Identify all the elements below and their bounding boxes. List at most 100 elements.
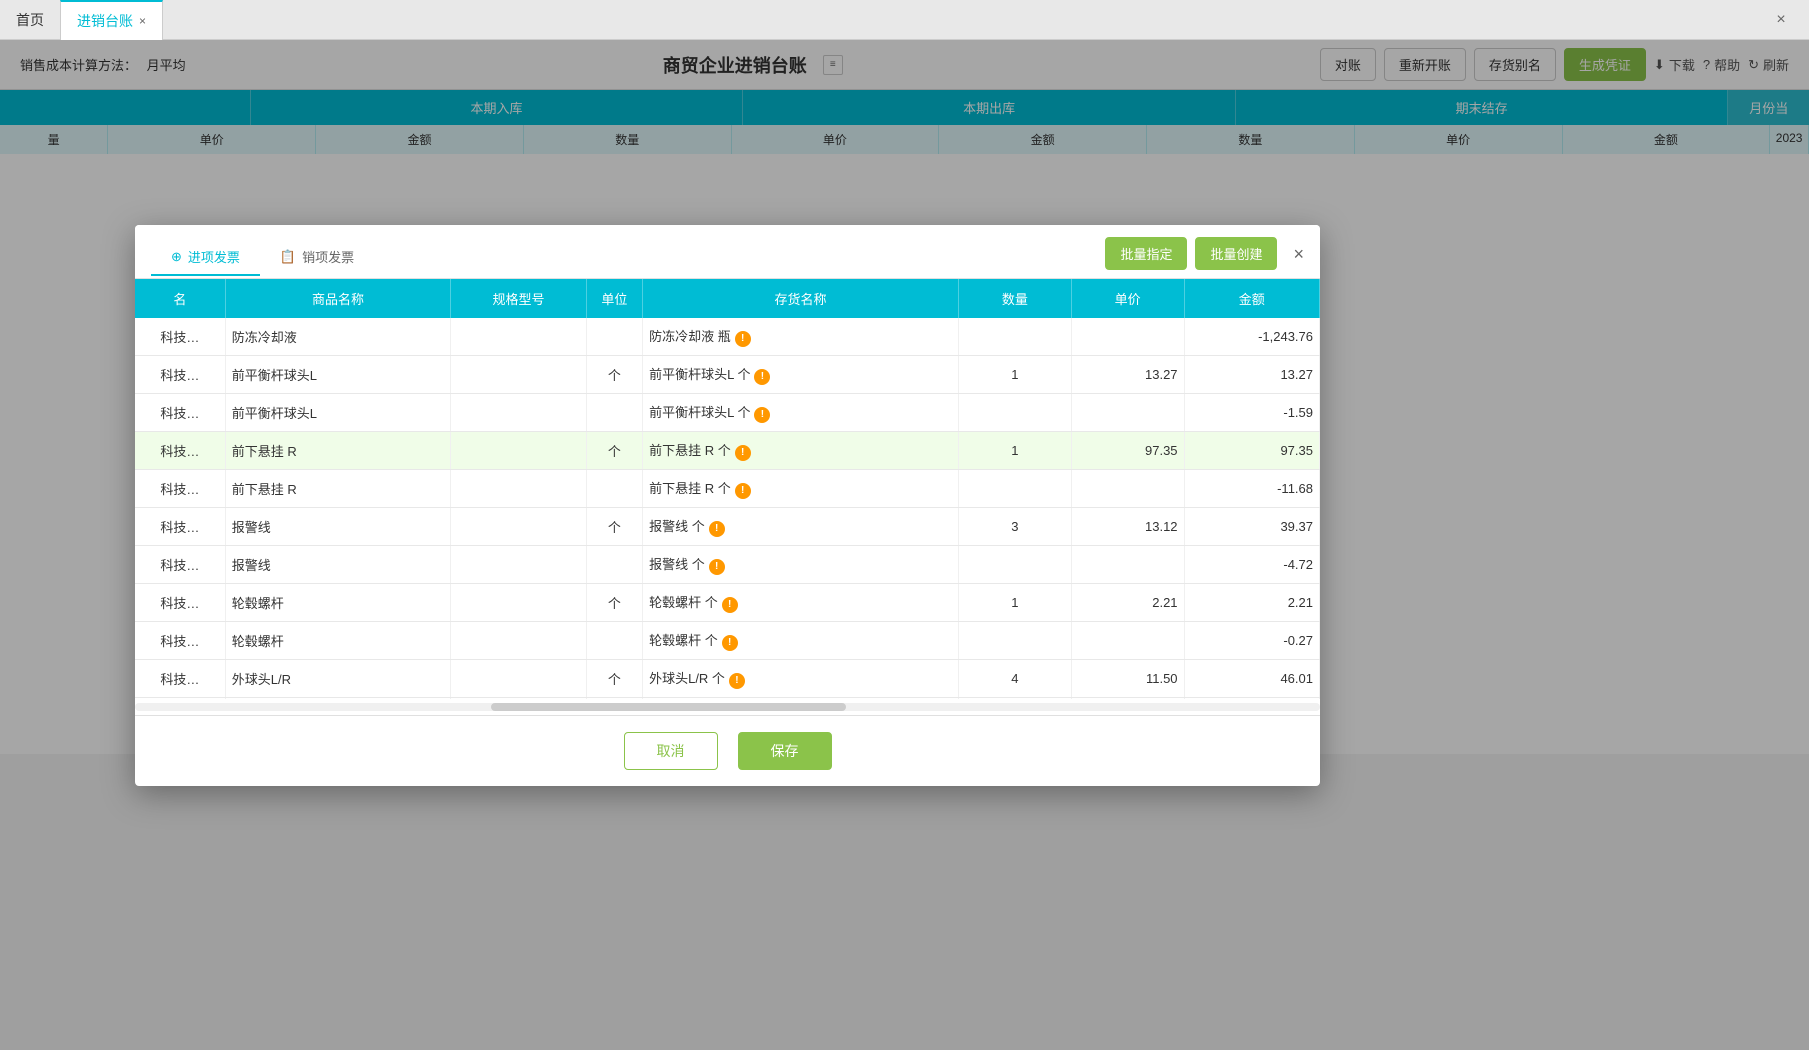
table-header-row: 名 商品名称 规格型号 单位 存货名称 数量 单价 金额 <box>135 279 1320 318</box>
cell-quantity: 1 <box>958 432 1071 470</box>
cell-unit <box>586 394 642 432</box>
table-row: 科技… 前下悬挂 R 前下悬挂 R 个! -11.68 <box>135 470 1320 508</box>
horizontal-scrollbar[interactable] <box>135 703 1320 711</box>
tab-ledger-label: 进销台账 <box>77 11 133 31</box>
cell-product: 防冻冷却液 <box>225 318 451 356</box>
warn-icon: ! <box>709 559 725 575</box>
cell-quantity: 1 <box>958 584 1071 622</box>
dialog-tabs: ⊕ 进项发票 📋 销项发票 <box>151 239 374 276</box>
cell-price <box>1071 470 1184 508</box>
main-area: 销售成本计算方法： 月平均 商贸企业进销台账 ≡ 对账 重新开账 存货别名 生成… <box>0 40 1809 1050</box>
cell-name: 科技… <box>135 622 225 660</box>
cell-name: 科技… <box>135 470 225 508</box>
batch-assign-button[interactable]: 批量指定 <box>1105 237 1187 270</box>
cell-amount: -5.52 <box>1184 698 1319 700</box>
cell-spec <box>451 698 586 700</box>
warn-icon: ! <box>735 445 751 461</box>
cell-amount: -1.59 <box>1184 394 1319 432</box>
cell-price: 13.27 <box>1071 356 1184 394</box>
table-row: 科技… 报警线 报警线 个! -4.72 <box>135 546 1320 584</box>
cell-name: 科技… <box>135 394 225 432</box>
cell-product: 外球头L/R <box>225 698 451 700</box>
cell-unit <box>586 622 642 660</box>
table-row: 科技… 前平衡杆球头L 前平衡杆球头L 个! -1.59 <box>135 394 1320 432</box>
dialog-table-scroll[interactable]: 名 商品名称 规格型号 单位 存货名称 数量 单价 金额 科技… 防冻冷却液 防… <box>135 279 1320 699</box>
cell-product: 轮毂螺杆 <box>225 622 451 660</box>
warn-icon: ! <box>754 369 770 385</box>
tab-ledger-close[interactable]: × <box>139 14 146 28</box>
cell-spec <box>451 432 586 470</box>
warn-icon: ! <box>754 407 770 423</box>
cell-product: 前平衡杆球头L <box>225 356 451 394</box>
th-inventory: 存货名称 <box>643 279 959 318</box>
dialog-footer: 取消 保存 <box>135 715 1320 786</box>
cell-price <box>1071 394 1184 432</box>
cell-price <box>1071 698 1184 700</box>
table-row: 科技… 外球头L/R 个 外球头L/R 个! 4 11.50 46.01 <box>135 660 1320 698</box>
cell-inventory: 报警线 个! <box>643 508 959 546</box>
cell-quantity <box>958 394 1071 432</box>
scrollbar-thumb <box>491 703 847 711</box>
cell-unit: 个 <box>586 356 642 394</box>
cell-product: 前平衡杆球头L <box>225 394 451 432</box>
invoice-table: 名 商品名称 规格型号 单位 存货名称 数量 单价 金额 科技… 防冻冷却液 防… <box>135 279 1320 699</box>
tab-home-label: 首页 <box>16 10 44 30</box>
tab-home[interactable]: 首页 <box>0 0 60 40</box>
cell-amount: -0.27 <box>1184 622 1319 660</box>
cell-product: 轮毂螺杆 <box>225 584 451 622</box>
cell-name: 科技… <box>135 698 225 700</box>
cell-product: 前下悬挂 R <box>225 470 451 508</box>
th-spec: 规格型号 <box>451 279 586 318</box>
th-amount: 金额 <box>1184 279 1319 318</box>
dialog-close-button[interactable]: × <box>1293 245 1304 263</box>
cell-inventory: 轮毂螺杆 个! <box>643 622 959 660</box>
cell-quantity: 1 <box>958 356 1071 394</box>
cell-price: 11.50 <box>1071 660 1184 698</box>
global-close-button[interactable]: × <box>1769 8 1793 32</box>
cell-unit: 个 <box>586 432 642 470</box>
th-price: 单价 <box>1071 279 1184 318</box>
invoice-tbody: 科技… 防冻冷却液 防冻冷却液 瓶! -1,243.76 科技… 前平衡杆球头L… <box>135 318 1320 699</box>
cell-inventory: 前下悬挂 R 个! <box>643 470 959 508</box>
cell-quantity: 3 <box>958 508 1071 546</box>
batch-create-button[interactable]: 批量创建 <box>1195 237 1277 270</box>
cell-amount: 39.37 <box>1184 508 1319 546</box>
cell-inventory: 外球头L/R 个! <box>643 660 959 698</box>
tab-ledger[interactable]: 进销台账 × <box>60 0 163 40</box>
save-button[interactable]: 保存 <box>738 732 832 770</box>
invoice-dialog: ⊕ 进项发票 📋 销项发票 批量指定 批量创建 × 名 商品 <box>135 225 1320 786</box>
cell-name: 科技… <box>135 356 225 394</box>
cell-quantity <box>958 622 1071 660</box>
cell-amount: 46.01 <box>1184 660 1319 698</box>
cell-product: 报警线 <box>225 508 451 546</box>
cell-quantity <box>958 698 1071 700</box>
cell-price <box>1071 546 1184 584</box>
cell-spec <box>451 584 586 622</box>
cell-inventory: 报警线 个! <box>643 546 959 584</box>
table-row: 科技… 前下悬挂 R 个 前下悬挂 R 个! 1 97.35 97.35 <box>135 432 1320 470</box>
th-product: 商品名称 <box>225 279 451 318</box>
cell-price <box>1071 318 1184 356</box>
cell-spec <box>451 318 586 356</box>
cell-unit <box>586 546 642 584</box>
th-unit: 单位 <box>586 279 642 318</box>
table-row: 科技… 轮毂螺杆 个 轮毂螺杆 个! 1 2.21 2.21 <box>135 584 1320 622</box>
cell-inventory: 防冻冷却液 瓶! <box>643 318 959 356</box>
cell-unit: 个 <box>586 508 642 546</box>
purchase-tab-icon: ⊕ <box>171 249 182 265</box>
cell-price: 13.12 <box>1071 508 1184 546</box>
cell-quantity <box>958 546 1071 584</box>
cell-spec <box>451 470 586 508</box>
cell-inventory: 轮毂螺杆 个! <box>643 584 959 622</box>
tab-purchase-invoice[interactable]: ⊕ 进项发票 <box>151 239 260 276</box>
cell-quantity <box>958 318 1071 356</box>
cell-unit: 个 <box>586 660 642 698</box>
cell-unit <box>586 470 642 508</box>
cell-inventory: 前下悬挂 R 个! <box>643 432 959 470</box>
table-row: 科技… 轮毂螺杆 轮毂螺杆 个! -0.27 <box>135 622 1320 660</box>
cancel-button[interactable]: 取消 <box>624 732 718 770</box>
cell-name: 科技… <box>135 318 225 356</box>
table-row: 科技… 报警线 个 报警线 个! 3 13.12 39.37 <box>135 508 1320 546</box>
cell-name: 科技… <box>135 508 225 546</box>
tab-sales-invoice[interactable]: 📋 销项发票 <box>260 239 374 276</box>
